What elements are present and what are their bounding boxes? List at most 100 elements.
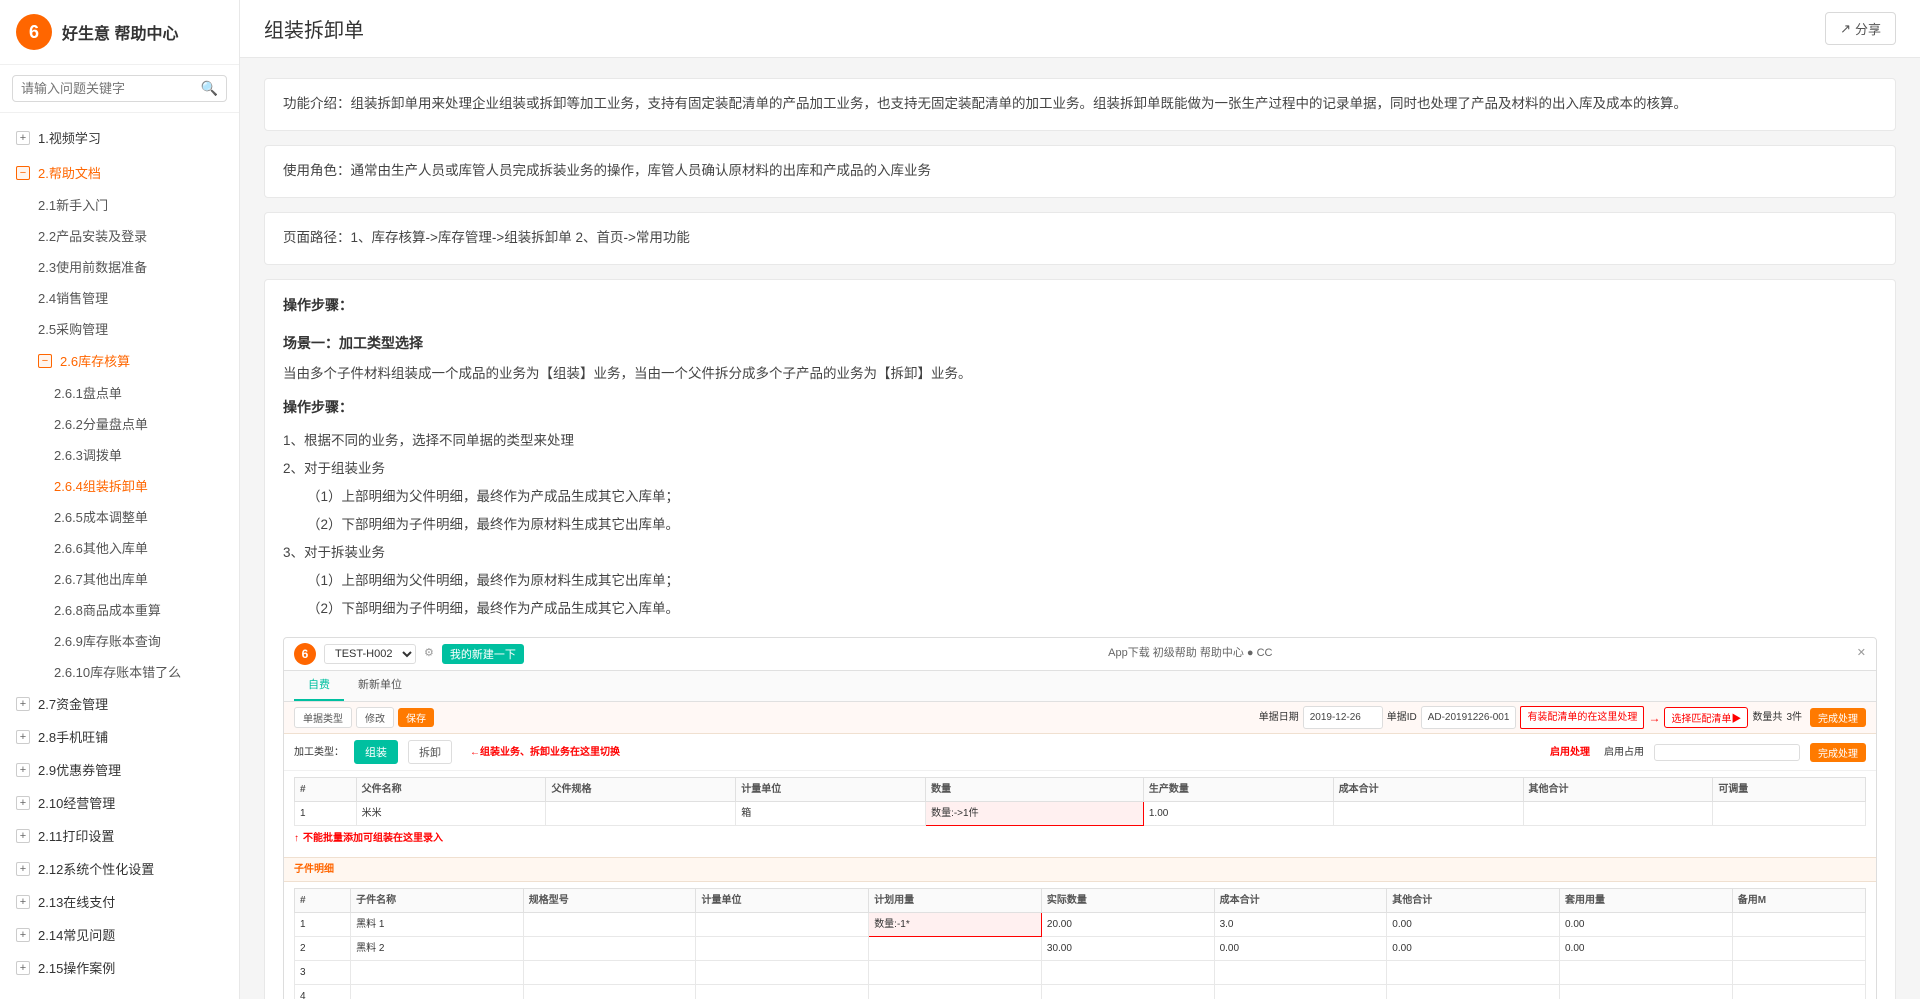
mock-new-btn[interactable]: 我的新建一下 [442, 644, 524, 664]
search-input[interactable] [21, 81, 201, 96]
step-2: 2、对于组装业务 [283, 458, 1877, 481]
upper-col-qty: 数量 [926, 778, 1144, 802]
mock-submit-btn[interactable]: 完成处理 [1810, 708, 1866, 727]
table-row: 1 黑料 1 数量:-1* 20.00 3.0 0.00 0.00 [295, 913, 1866, 937]
ops-title: 操作步骤： [283, 294, 1877, 318]
mock-logo: 6 [294, 643, 316, 665]
sidebar-item-print[interactable]: + 2.11打印设置 [0, 819, 239, 852]
expand-icon: + [16, 829, 30, 843]
upper-col-unit: 计量单位 [736, 778, 926, 802]
expand-icon: + [16, 730, 30, 744]
step-1: 1、根据不同的业务，选择不同单据的类型来处理 [283, 430, 1877, 453]
expand-icon: + [16, 895, 30, 909]
mock-tab-zifei[interactable]: 自费 [294, 671, 344, 702]
sidebar-item-faq[interactable]: + 2.14常见问题 [0, 918, 239, 951]
search-box[interactable]: 🔍 [12, 75, 227, 102]
sidebar-item-capital[interactable]: + 2.7资金管理 [0, 687, 239, 720]
sidebar-item-coupon[interactable]: + 2.9优惠券管理 [0, 753, 239, 786]
sidebar-item-adjust[interactable]: 2.6.3调拨单 [0, 439, 239, 470]
upper-col-num: # [295, 778, 357, 802]
sidebar-item-docs[interactable]: − 2.帮助文档 [0, 156, 239, 189]
annotation-apply-label: 启用处理 [1550, 744, 1590, 761]
sidebar-item-stock-query[interactable]: 2.6.9库存账本查询 [0, 625, 239, 656]
sidebar-item-newbie[interactable]: 2.1新手入门 [0, 189, 239, 220]
sidebar-item-cases[interactable]: + 2.15操作案例 [0, 951, 239, 984]
sidebar-item-split-check[interactable]: 2.6.2分量盘点单 [0, 408, 239, 439]
expand-icon: + [16, 763, 30, 777]
lower-col-name: 子件名称 [351, 889, 524, 913]
sidebar-item-other-out[interactable]: 2.6.7其他出库单 [0, 563, 239, 594]
mock-company-select[interactable]: TEST-H002 [324, 644, 416, 664]
path-block: 页面路径：1、库存核算->库存管理->组装拆卸单 2、首页->常用功能 [264, 212, 1896, 265]
mock-process-btn[interactable]: 完成处理 [1810, 743, 1866, 762]
upper-cell-parent-spec [546, 802, 736, 826]
mock-save-btn[interactable]: 保存 [398, 708, 434, 727]
expand-icon: + [16, 131, 30, 145]
sidebar-item-cost-recalc[interactable]: 2.6.8商品成本重算 [0, 594, 239, 625]
mock-close-icon[interactable]: ✕ [1857, 644, 1866, 663]
mock-edit-btn[interactable]: 修改 [356, 707, 394, 728]
logo-icon: 6 [16, 14, 52, 50]
sidebar-item-personalize[interactable]: + 2.12系统个性化设置 [0, 852, 239, 885]
upper-col-cost: 成本合计 [1333, 778, 1523, 802]
step-2-2: （2）下部明细为子件明细，最终作为原材料生成其它出库单。 [307, 514, 1877, 537]
upper-col-other: 其他合计 [1523, 778, 1713, 802]
mock-upper-table-container: # 父件名称 父件规格 计量单位 数量 生产数量 成本合计 其他合计 可调量 [284, 771, 1876, 857]
ops-label: 操作步骤： [283, 396, 1877, 420]
mock-upper-table: # 父件名称 父件规格 计量单位 数量 生产数量 成本合计 其他合计 可调量 [294, 777, 1866, 826]
mock-config-btn[interactable]: 选择匹配清单▶ [1664, 707, 1748, 728]
path-text: 页面路径：1、库存核算->库存管理->组装拆卸单 2、首页->常用功能 [283, 230, 690, 245]
upper-col-avail: 可调量 [1713, 778, 1866, 802]
sidebar-item-sales[interactable]: 2.4销售管理 [0, 282, 239, 313]
mock-top-icons: App下载 初级帮助 帮助中心 ● CC [1108, 644, 1272, 663]
sidebar-item-videos[interactable]: + 1.视频学习 [0, 121, 239, 154]
step-3-1: （1）上部明细为父件明细，最终作为原材料生成其它出库单； [307, 570, 1877, 593]
mock-appbar: 6 TEST-H002 ⚙ 我的新建一下 App下载 初级帮助 帮助中心 ● C… [284, 638, 1876, 671]
mock-settings-icon: ⚙ [424, 644, 434, 663]
sidebar-item-cost-adj[interactable]: 2.6.5成本调整单 [0, 501, 239, 532]
mock-disassemble-btn[interactable]: 拆卸 [408, 740, 452, 764]
mock-new-doc-btn[interactable]: 单据类型 [294, 707, 352, 728]
lower-col-unit: 计量单位 [696, 889, 869, 913]
logo-text: 好生意 帮助中心 [62, 20, 178, 44]
annotation-config-list: 有装配清单的在这里处理 [1520, 706, 1644, 729]
annotation-arrow1: → [1648, 708, 1660, 728]
expand-icon: + [16, 928, 30, 942]
mock-tabs: 自费 新新单位 [284, 671, 1876, 703]
mock-apply-input[interactable] [1654, 744, 1800, 761]
sidebar-item-stock-check[interactable]: 2.6.1盘点单 [0, 377, 239, 408]
sidebar-item-assemble[interactable]: 2.6.4组装拆卸单 [0, 470, 239, 501]
mock-tab-xinxin[interactable]: 新新单位 [344, 671, 416, 702]
lower-table-header: 子件明细 [284, 857, 1876, 882]
step-3: 3、对于拆装业务 [283, 542, 1877, 565]
expand-icon: + [16, 862, 30, 876]
table-row: 3 [295, 961, 1866, 985]
screenshot-container: 6 TEST-H002 ⚙ 我的新建一下 App下载 初级帮助 帮助中心 ● C… [283, 637, 1877, 999]
annotation-arrow2: ↑ [294, 830, 299, 847]
sidebar-item-operation[interactable]: + 2.10经营管理 [0, 786, 239, 819]
sidebar-item-online-pay[interactable]: + 2.13在线支付 [0, 885, 239, 918]
sidebar-item-inventory[interactable]: − 2.6库存核算 [0, 344, 239, 377]
mock-form-row: 加工类型： 组装 拆卸 ←组装业务、拆卸业务在这里切换 启用处理 启用占用 完成… [284, 734, 1876, 771]
table-row: 2 黑料 2 30.00 0.00 0.00 0.00 [295, 937, 1866, 961]
sidebar-item-install[interactable]: 2.2产品安装及登录 [0, 220, 239, 251]
sidebar-item-mobile[interactable]: + 2.8手机旺铺 [0, 720, 239, 753]
lower-col-apply-qty: 套用用量 [1560, 889, 1733, 913]
sidebar-item-stock-error[interactable]: 2.6.10库存账本错了么 [0, 656, 239, 687]
upper-cell-avail [1713, 802, 1866, 826]
sidebar-item-other-in[interactable]: 2.6.6其他入库单 [0, 532, 239, 563]
search-icon[interactable]: 🔍 [201, 80, 218, 97]
expand-icon: + [16, 796, 30, 810]
sidebar-item-purchase[interactable]: 2.5采购管理 [0, 313, 239, 344]
upper-cell-num: 1 [295, 802, 357, 826]
upper-cell-other [1523, 802, 1713, 826]
content-area: 功能介绍：组装拆卸单用来处理企业组装或拆卸等加工业务，支持有固定装配清单的产品加… [240, 58, 1920, 999]
step-3-2: （2）下部明细为子件明细，最终作为产成品生成其它入库单。 [307, 598, 1877, 621]
mock-assemble-btn[interactable]: 组装 [354, 740, 398, 764]
mock-code-input: AD-20191226-001 [1421, 706, 1517, 729]
sidebar-item-prepare[interactable]: 2.3使用前数据准备 [0, 251, 239, 282]
share-button[interactable]: ↗ 分享 [1825, 12, 1896, 45]
upper-cell-unit: 箱 [736, 802, 926, 826]
lower-col-spec: 规格型号 [523, 889, 696, 913]
upper-col-parent-spec: 父件规格 [546, 778, 736, 802]
